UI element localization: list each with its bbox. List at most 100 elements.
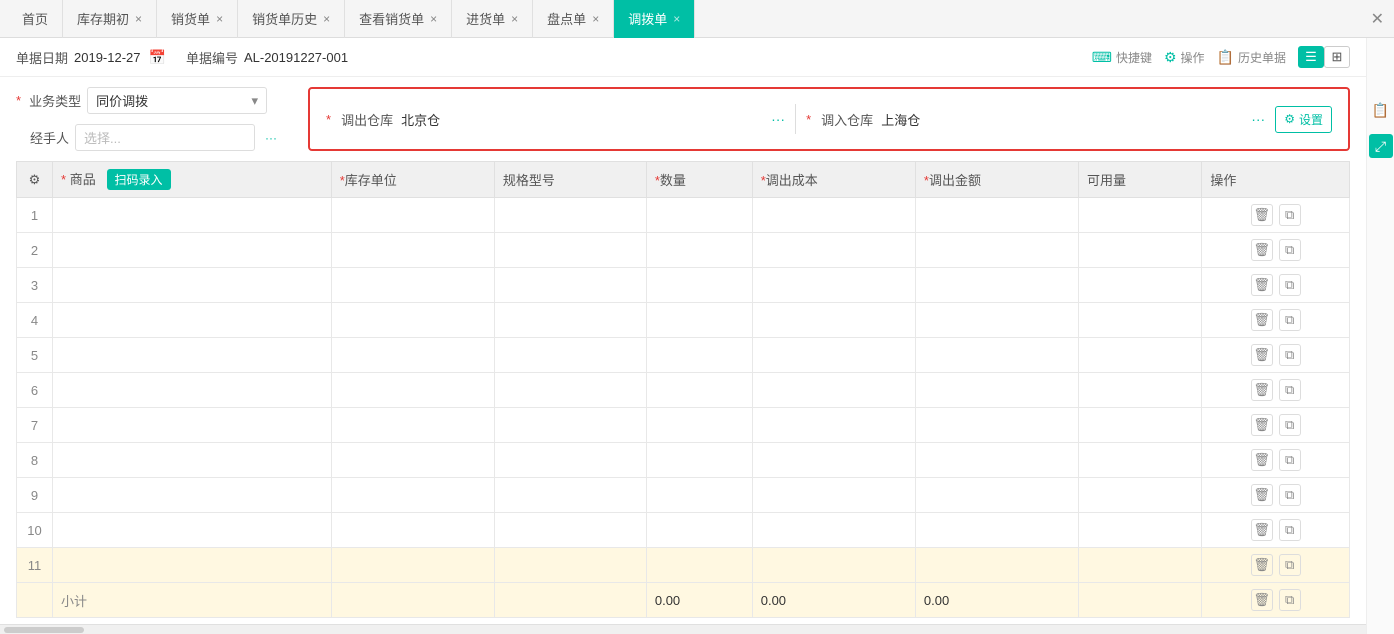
tab-inventory-init[interactable]: 库存期初× <box>63 0 157 38</box>
available-cell[interactable] <box>1079 268 1202 303</box>
product-cell[interactable] <box>53 548 332 583</box>
settings-btn[interactable]: ⚙ 设置 <box>1275 106 1332 133</box>
copy-btn[interactable]: ⧉ <box>1279 414 1301 436</box>
cost-cell[interactable] <box>752 513 915 548</box>
product-cell[interactable] <box>53 373 332 408</box>
delete-btn[interactable]: 🗑 <box>1251 239 1273 261</box>
unit-cell[interactable] <box>331 408 494 443</box>
qty-cell[interactable] <box>646 513 752 548</box>
available-cell[interactable] <box>1079 478 1202 513</box>
sidebar-note-icon[interactable]: 📋 <box>1369 98 1393 122</box>
copy-btn[interactable]: ⧉ <box>1279 239 1301 261</box>
product-cell[interactable] <box>53 443 332 478</box>
available-cell[interactable] <box>1079 233 1202 268</box>
delete-btn[interactable]: 🗑 <box>1251 204 1273 226</box>
delete-btn[interactable]: 🗑 <box>1251 554 1273 576</box>
cost-cell[interactable] <box>752 408 915 443</box>
scrollbar[interactable] <box>0 624 1366 634</box>
cost-cell[interactable] <box>752 478 915 513</box>
list-view-btn[interactable]: ☰ <box>1298 46 1324 68</box>
product-cell[interactable] <box>53 338 332 373</box>
qty-cell[interactable] <box>646 338 752 373</box>
sidebar-link-icon[interactable]: ⤢ <box>1369 134 1393 158</box>
delete-btn[interactable]: 🗑 <box>1251 344 1273 366</box>
amount-cell[interactable] <box>915 233 1078 268</box>
spec-cell[interactable] <box>494 548 646 583</box>
tab-close-inventory-init[interactable]: × <box>135 12 142 26</box>
spec-cell[interactable] <box>494 198 646 233</box>
qty-cell[interactable] <box>646 408 752 443</box>
tab-transfer[interactable]: 调拨单× <box>614 0 695 38</box>
cost-cell[interactable] <box>752 268 915 303</box>
product-cell[interactable] <box>53 513 332 548</box>
tab-purchase-order[interactable]: 进货单× <box>452 0 533 38</box>
subtotal-copy-btn[interactable]: ⧉ <box>1279 589 1301 611</box>
cost-cell[interactable] <box>752 548 915 583</box>
tab-close-sales-order[interactable]: × <box>216 12 223 26</box>
cost-cell[interactable] <box>752 303 915 338</box>
spec-cell[interactable] <box>494 268 646 303</box>
product-cell[interactable] <box>53 198 332 233</box>
spec-cell[interactable] <box>494 443 646 478</box>
qty-cell[interactable] <box>646 233 752 268</box>
cost-cell[interactable] <box>752 443 915 478</box>
amount-cell[interactable] <box>915 443 1078 478</box>
spec-cell[interactable] <box>494 478 646 513</box>
spec-cell[interactable] <box>494 303 646 338</box>
spec-cell[interactable] <box>494 338 646 373</box>
spec-cell[interactable] <box>494 233 646 268</box>
window-close-btn[interactable]: ✕ <box>1371 9 1384 29</box>
shortcut-btn[interactable]: ⌨ 快捷键 <box>1092 49 1152 66</box>
amount-cell[interactable] <box>915 548 1078 583</box>
spec-cell[interactable] <box>494 373 646 408</box>
amount-cell[interactable] <box>915 408 1078 443</box>
product-cell[interactable] <box>53 303 332 338</box>
spec-cell[interactable] <box>494 408 646 443</box>
qty-cell[interactable] <box>646 443 752 478</box>
gear-icon[interactable]: ⚙ <box>29 172 41 187</box>
available-cell[interactable] <box>1079 338 1202 373</box>
unit-cell[interactable] <box>331 198 494 233</box>
amount-cell[interactable] <box>915 198 1078 233</box>
calendar-icon[interactable]: 📅 <box>149 49 166 66</box>
available-cell[interactable] <box>1079 513 1202 548</box>
product-cell[interactable] <box>53 268 332 303</box>
business-type-select[interactable]: 同价调拨 ▾ <box>87 87 267 114</box>
delete-btn[interactable]: 🗑 <box>1251 274 1273 296</box>
grid-view-btn[interactable]: ⊞ <box>1324 46 1350 68</box>
tab-close-transfer[interactable]: × <box>673 12 680 26</box>
unit-cell[interactable] <box>331 303 494 338</box>
spec-cell[interactable] <box>494 513 646 548</box>
in-warehouse-ellipsis[interactable]: ··· <box>1251 111 1265 127</box>
qty-cell[interactable] <box>646 478 752 513</box>
operation-btn[interactable]: ⚙ 操作 <box>1164 49 1205 66</box>
copy-btn[interactable]: ⧉ <box>1279 484 1301 506</box>
qty-cell[interactable] <box>646 198 752 233</box>
product-cell[interactable] <box>53 478 332 513</box>
qty-cell[interactable] <box>646 373 752 408</box>
unit-cell[interactable] <box>331 548 494 583</box>
amount-cell[interactable] <box>915 268 1078 303</box>
available-cell[interactable] <box>1079 548 1202 583</box>
tab-close-stocktake[interactable]: × <box>592 12 599 26</box>
copy-btn[interactable]: ⧉ <box>1279 309 1301 331</box>
tab-view-sales[interactable]: 查看销货单× <box>345 0 452 38</box>
product-cell[interactable] <box>53 408 332 443</box>
qty-cell[interactable] <box>646 303 752 338</box>
history-btn[interactable]: 📋 历史单据 <box>1217 49 1286 66</box>
scan-btn[interactable]: 扫码录入 <box>107 169 171 190</box>
cost-cell[interactable] <box>752 198 915 233</box>
amount-cell[interactable] <box>915 303 1078 338</box>
unit-cell[interactable] <box>331 268 494 303</box>
tab-close-purchase-order[interactable]: × <box>511 12 518 26</box>
handler-select[interactable]: 选择... <box>75 124 255 151</box>
copy-btn[interactable]: ⧉ <box>1279 554 1301 576</box>
copy-btn[interactable]: ⧉ <box>1279 379 1301 401</box>
copy-btn[interactable]: ⧉ <box>1279 449 1301 471</box>
available-cell[interactable] <box>1079 303 1202 338</box>
unit-cell[interactable] <box>331 373 494 408</box>
product-cell[interactable] <box>53 233 332 268</box>
available-cell[interactable] <box>1079 198 1202 233</box>
cost-cell[interactable] <box>752 233 915 268</box>
delete-btn[interactable]: 🗑 <box>1251 484 1273 506</box>
